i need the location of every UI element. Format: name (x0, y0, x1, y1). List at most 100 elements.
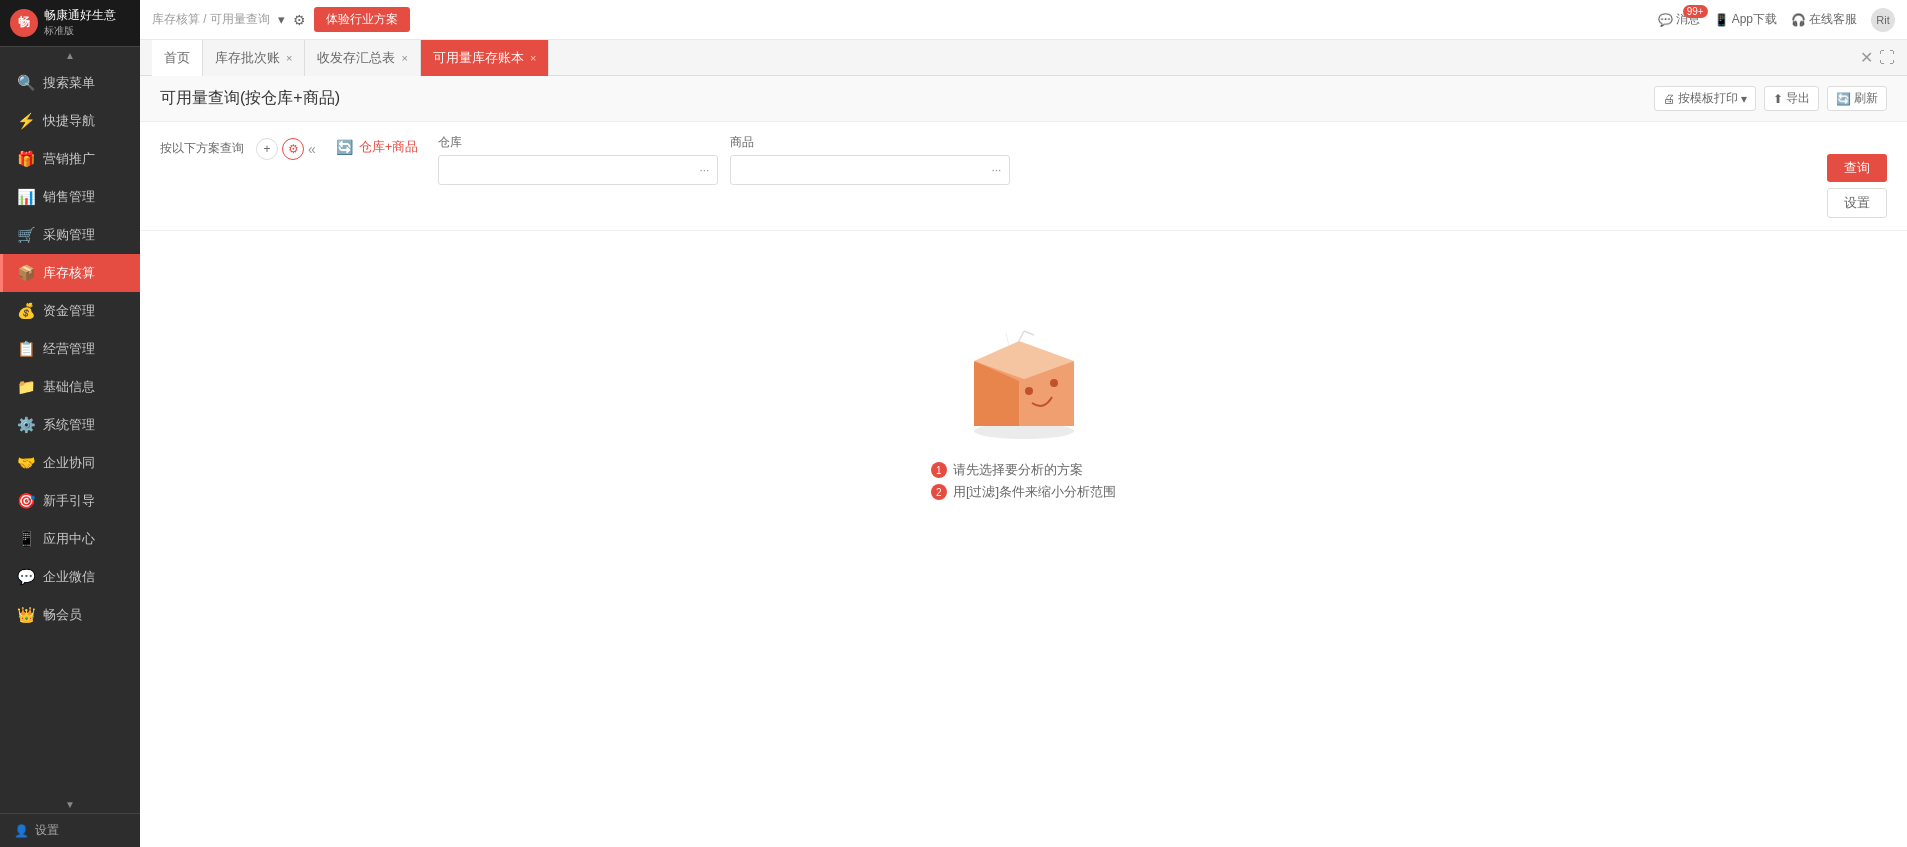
product-input[interactable] (739, 163, 991, 178)
product-input-container: ··· (730, 155, 1010, 185)
header-right: 💬 消息 99+ 📱 App下载 🎧 在线客服 Rit (1658, 8, 1895, 32)
print-button[interactable]: 🖨 按模板打印 ▾ (1654, 86, 1756, 111)
refresh-button[interactable]: 🔄 刷新 (1827, 86, 1887, 111)
logo-title: 畅康通好生意 (44, 8, 116, 24)
sidebar-item-label: 采购管理 (43, 226, 95, 244)
sidebar-item-label: 销售管理 (43, 188, 95, 206)
shortcut-icon: ⚡ (17, 112, 35, 130)
query-button[interactable]: 查询 (1827, 154, 1887, 182)
hint-num-1: 1 (931, 462, 947, 478)
trial-button[interactable]: 体验行业方案 (314, 7, 410, 32)
svg-point-5 (1025, 387, 1033, 395)
sidebar-nav: 🔍 搜索菜单 ⚡ 快捷导航 🎁 营销推广 📊 销售管理 🛒 采购管理 📦 库存核… (0, 64, 140, 796)
add-scheme-button[interactable]: + (256, 138, 278, 160)
sidebar-item-label: 基础信息 (43, 378, 95, 396)
sidebar-item-member[interactable]: 👑 畅会员 (0, 596, 140, 634)
tab-close-all[interactable]: ✕ (1860, 48, 1873, 67)
warehouse-input[interactable] (447, 163, 699, 178)
tab-available-close[interactable]: × (530, 52, 536, 64)
settings-button[interactable]: 设置 (1827, 188, 1887, 218)
sidebar-item-purchase[interactable]: 🛒 采购管理 (0, 216, 140, 254)
hint-text-2: 用[过滤]条件来缩小分析范围 (953, 483, 1116, 501)
sidebar-scroll-down[interactable]: ▼ (0, 796, 140, 813)
empty-state: 1 请先选择要分析的方案 2 用[过滤]条件来缩小分析范围 (140, 231, 1907, 585)
sidebar-item-label: 经营管理 (43, 340, 95, 358)
export-icon: ⬆ (1773, 92, 1783, 106)
sidebar: 畅 畅康通好生意 标准版 ▲ 🔍 搜索菜单 ⚡ 快捷导航 🎁 营销推广 📊 销售… (0, 0, 140, 847)
system-icon: ⚙️ (17, 416, 35, 434)
scheme-list: 🔄 仓库+商品 (328, 134, 427, 160)
avatar[interactable]: Rit (1871, 8, 1895, 32)
sidebar-item-enterprise[interactable]: 🤝 企业协同 (0, 444, 140, 482)
svg-point-6 (1050, 379, 1058, 387)
sidebar-item-label: 应用中心 (43, 530, 95, 548)
member-icon: 👑 (17, 606, 35, 624)
tab-batch-label: 库存批次账 (215, 49, 280, 67)
sidebar-item-marketing[interactable]: 🎁 营销推广 (0, 140, 140, 178)
search-icon: 🔍 (17, 74, 35, 92)
sidebar-item-label: 资金管理 (43, 302, 95, 320)
print-dropdown-icon: ▾ (1741, 92, 1747, 106)
sidebar-item-search[interactable]: 🔍 搜索菜单 (0, 64, 140, 102)
sidebar-item-label: 企业协同 (43, 454, 95, 472)
tab-home[interactable]: 首页 (152, 40, 203, 76)
sidebar-item-wechat[interactable]: 💬 企业微信 (0, 558, 140, 596)
sidebar-logo: 畅 畅康通好生意 标准版 (0, 0, 140, 47)
product-ellipsis[interactable]: ··· (991, 163, 1001, 177)
phone-icon: 📱 (1714, 13, 1729, 27)
headset-icon: 🎧 (1791, 13, 1806, 27)
sidebar-item-label: 营销推广 (43, 150, 95, 168)
tab-summary-close[interactable]: × (401, 52, 407, 64)
page-title-actions: 🖨 按模板打印 ▾ ⬆ 导出 🔄 刷新 (1654, 86, 1887, 111)
sidebar-item-label: 企业微信 (43, 568, 95, 586)
svg-line-9 (1006, 333, 1009, 346)
collapse-button[interactable]: « (308, 141, 316, 157)
sidebar-item-finance[interactable]: 💰 资金管理 (0, 292, 140, 330)
main-area: 库存核算 / 可用量查询 ▾ ⚙ 体验行业方案 💬 消息 99+ 📱 App下载… (140, 0, 1907, 847)
sidebar-item-label: 新手引导 (43, 492, 95, 510)
settings-scheme-button[interactable]: ⚙ (282, 138, 304, 160)
tab-maximize[interactable]: ⛶ (1879, 49, 1895, 67)
sidebar-item-newbie[interactable]: 🎯 新手引导 (0, 482, 140, 520)
sidebar-item-operations[interactable]: 📋 经营管理 (0, 330, 140, 368)
warehouse-field-group: 仓库 ··· (438, 134, 718, 185)
tab-bar: 首页 库存批次账 × 收发存汇总表 × 可用量库存账本 × ✕ ⛶ (140, 40, 1907, 76)
empty-svg (944, 311, 1104, 441)
tab-available[interactable]: 可用量库存账本 × (421, 40, 549, 76)
message-icon: 💬 (1658, 13, 1673, 27)
sidebar-item-label: 搜索菜单 (43, 74, 95, 92)
tab-summary-label: 收发存汇总表 (317, 49, 395, 67)
sidebar-item-shortcut[interactable]: ⚡ 快捷导航 (0, 102, 140, 140)
settings-icon: 👤 (14, 824, 29, 838)
scheme-item-warehouse-product[interactable]: 🔄 仓库+商品 (328, 134, 427, 160)
sidebar-item-sales[interactable]: 📊 销售管理 (0, 178, 140, 216)
sidebar-item-label: 系统管理 (43, 416, 95, 434)
tab-batch-close[interactable]: × (286, 52, 292, 64)
sidebar-item-appstore[interactable]: 📱 应用中心 (0, 520, 140, 558)
tab-batch[interactable]: 库存批次账 × (203, 40, 305, 76)
breadcrumb-dropdown[interactable]: ▾ (278, 12, 285, 27)
warehouse-label: 仓库 (438, 134, 718, 151)
operations-icon: 📋 (17, 340, 35, 358)
sidebar-item-label: 库存核算 (43, 264, 95, 282)
print-icon: 🖨 (1663, 92, 1675, 106)
filter-area: 按以下方案查询 + ⚙ « 🔄 仓库+商品 仓库 ··· (140, 122, 1907, 231)
sidebar-item-label: 畅会员 (43, 606, 82, 624)
sidebar-scroll-up[interactable]: ▲ (0, 47, 140, 64)
warehouse-ellipsis[interactable]: ··· (699, 163, 709, 177)
appstore-icon: 📱 (17, 530, 35, 548)
message-button[interactable]: 💬 消息 99+ (1658, 11, 1700, 28)
refresh-icon: 🔄 (1836, 92, 1851, 106)
app-download-button[interactable]: 📱 App下载 (1714, 11, 1777, 28)
sidebar-item-basic[interactable]: 📁 基础信息 (0, 368, 140, 406)
filter-label: 按以下方案查询 (160, 134, 244, 157)
export-button[interactable]: ⬆ 导出 (1764, 86, 1819, 111)
gear-icon[interactable]: ⚙ (293, 12, 306, 28)
service-button[interactable]: 🎧 在线客服 (1791, 11, 1857, 28)
sidebar-item-system[interactable]: ⚙️ 系统管理 (0, 406, 140, 444)
scheme-icon: 🔄 (336, 139, 353, 155)
sidebar-settings[interactable]: 👤 设置 (0, 813, 140, 847)
tab-home-label: 首页 (164, 49, 190, 67)
tab-summary[interactable]: 收发存汇总表 × (305, 40, 420, 76)
sidebar-item-inventory[interactable]: 📦 库存核算 (0, 254, 140, 292)
